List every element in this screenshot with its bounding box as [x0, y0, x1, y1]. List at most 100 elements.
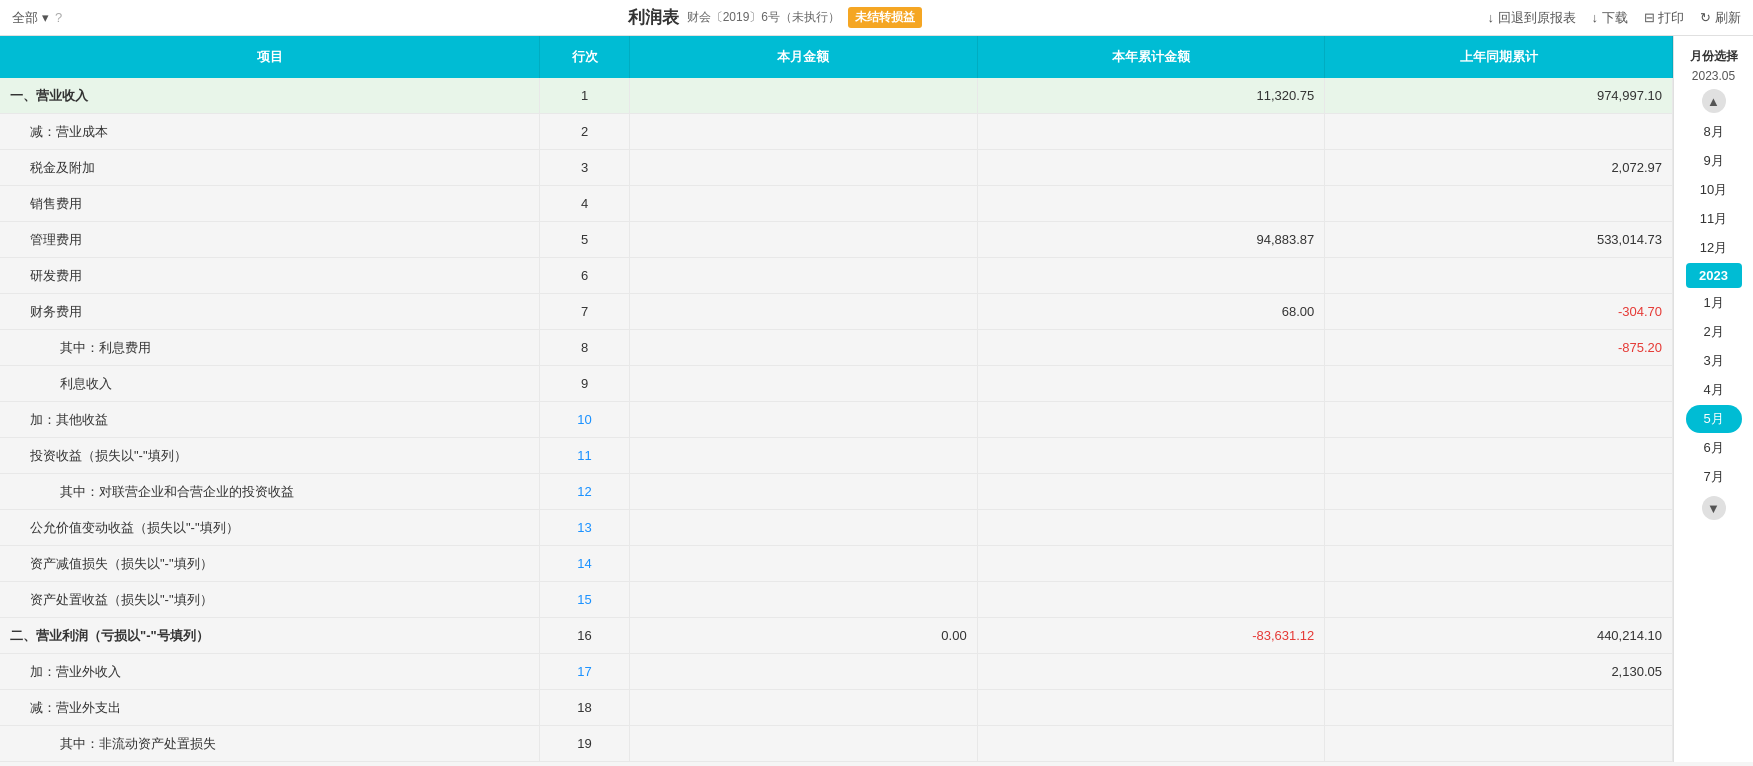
cell-row-number[interactable]: 11: [540, 438, 630, 473]
cell-row-number: 4: [540, 186, 630, 221]
cell-item: 减：营业外支出: [0, 690, 540, 725]
cell-ytd-amount: [978, 258, 1326, 293]
cell-ytd-amount: [978, 150, 1326, 185]
cell-item: 加：营业外收入: [0, 654, 540, 689]
sidebar-month-item[interactable]: 3月: [1686, 347, 1742, 375]
cell-month-amount: [630, 438, 978, 473]
cell-ytd-amount: [978, 474, 1326, 509]
cell-prev-year-amount: [1325, 510, 1673, 545]
cell-prev-year-amount: [1325, 690, 1673, 725]
cell-prev-year-amount: [1325, 546, 1673, 581]
cell-prev-year-amount: [1325, 474, 1673, 509]
table-area[interactable]: 项目 行次 本月金额 本年累计金额 上年同期累计 一、营业收入111,320.7…: [0, 36, 1673, 762]
cell-prev-year-amount: -875.20: [1325, 330, 1673, 365]
cell-row-number[interactable]: 14: [540, 546, 630, 581]
cell-item: 公允价值变动收益（损失以"-"填列）: [0, 510, 540, 545]
table-row: 管理费用594,883.87533,014.73: [0, 222, 1673, 258]
cell-month-amount: [630, 150, 978, 185]
table-row: 减：营业成本2: [0, 114, 1673, 150]
cell-prev-year-amount: [1325, 258, 1673, 293]
page-title: 利润表: [628, 6, 679, 29]
cell-prev-year-amount: [1325, 402, 1673, 437]
cell-row-number: 6: [540, 258, 630, 293]
sidebar-month-item[interactable]: 8月: [1686, 118, 1742, 146]
table-row: 二、营业利润（亏损以"-"号填列）160.00-83,631.12440,214…: [0, 618, 1673, 654]
cell-row-number[interactable]: 12: [540, 474, 630, 509]
cell-month-amount: [630, 582, 978, 617]
cell-item: 资产处置收益（损失以"-"填列）: [0, 582, 540, 617]
cell-ytd-amount: [978, 690, 1326, 725]
table-row: 资产处置收益（损失以"-"填列）15: [0, 582, 1673, 618]
cell-row-number[interactable]: 15: [540, 582, 630, 617]
cell-row-number[interactable]: 17: [540, 654, 630, 689]
cell-row-number: 18: [540, 690, 630, 725]
cell-ytd-amount: [978, 438, 1326, 473]
sidebar-month-item[interactable]: 6月: [1686, 434, 1742, 462]
cell-month-amount: [630, 78, 978, 113]
col-header-row: 行次: [540, 36, 630, 78]
table-row: 加：其他收益10: [0, 402, 1673, 438]
table-row: 投资收益（损失以"-"填列）11: [0, 438, 1673, 474]
cell-ytd-amount: 94,883.87: [978, 222, 1326, 257]
cell-prev-year-amount: [1325, 186, 1673, 221]
sidebar-month-item[interactable]: 9月: [1686, 147, 1742, 175]
sidebar-month-item[interactable]: 4月: [1686, 376, 1742, 404]
cell-item: 其中：非流动资产处置损失: [0, 726, 540, 761]
table-row: 减：营业外支出18: [0, 690, 1673, 726]
dropdown-arrow-icon: ▾: [42, 10, 49, 25]
cell-prev-year-amount: [1325, 726, 1673, 761]
cell-row-number: 2: [540, 114, 630, 149]
sidebar-month-item[interactable]: 12月: [1686, 234, 1742, 262]
cell-month-amount: [630, 330, 978, 365]
col-header-month: 本月金额: [630, 36, 978, 78]
top-bar-left: 全部 ▾ ?: [12, 9, 62, 27]
cell-ytd-amount: [978, 582, 1326, 617]
cell-row-number: 1: [540, 78, 630, 113]
cell-ytd-amount: [978, 402, 1326, 437]
cell-row-number[interactable]: 10: [540, 402, 630, 437]
cell-ytd-amount: 68.00: [978, 294, 1326, 329]
cell-prev-year-amount: [1325, 438, 1673, 473]
sidebar-nav-down-button[interactable]: ▼: [1702, 496, 1726, 520]
print-button[interactable]: ⊟ 打印: [1644, 9, 1685, 27]
cell-month-amount: [630, 474, 978, 509]
cell-month-amount: [630, 258, 978, 293]
cell-prev-year-amount: 440,214.10: [1325, 618, 1673, 653]
cell-item: 销售费用: [0, 186, 540, 221]
cell-month-amount: [630, 690, 978, 725]
refresh-button[interactable]: ↻ 刷新: [1700, 9, 1741, 27]
table-row: 资产减值损失（损失以"-"填列）14: [0, 546, 1673, 582]
cell-ytd-amount: [978, 654, 1326, 689]
cell-prev-year-amount: 533,014.73: [1325, 222, 1673, 257]
sidebar-month-item[interactable]: 11月: [1686, 205, 1742, 233]
table-row: 利息收入9: [0, 366, 1673, 402]
cell-prev-year-amount: [1325, 582, 1673, 617]
cell-item: 财务费用: [0, 294, 540, 329]
cell-prev-year-amount: 2,130.05: [1325, 654, 1673, 689]
sidebar-nav-up-button[interactable]: ▲: [1702, 89, 1726, 113]
cell-ytd-amount: -83,631.12: [978, 618, 1326, 653]
cell-row-number[interactable]: 13: [540, 510, 630, 545]
sidebar-month-item[interactable]: 10月: [1686, 176, 1742, 204]
table-row: 其中：利息费用8-875.20: [0, 330, 1673, 366]
cell-prev-year-amount: 974,997.10: [1325, 78, 1673, 113]
sidebar-month-item[interactable]: 7月: [1686, 463, 1742, 491]
table-row: 公允价值变动收益（损失以"-"填列）13: [0, 510, 1673, 546]
sidebar-month-item[interactable]: 2月: [1686, 318, 1742, 346]
sidebar-month-item[interactable]: 2023: [1686, 263, 1742, 288]
download-button[interactable]: ↓ 下载: [1592, 9, 1628, 27]
cell-item: 加：其他收益: [0, 402, 540, 437]
cell-item: 二、营业利润（亏损以"-"号填列）: [0, 618, 540, 653]
cell-item: 税金及附加: [0, 150, 540, 185]
sidebar-month-item[interactable]: 1月: [1686, 289, 1742, 317]
sidebar-month-item[interactable]: 5月: [1686, 405, 1742, 433]
table-row: 一、营业收入111,320.75974,997.10: [0, 78, 1673, 114]
cell-row-number: 16: [540, 618, 630, 653]
cell-item: 资产减值损失（损失以"-"填列）: [0, 546, 540, 581]
category-dropdown[interactable]: 全部 ▾: [12, 9, 49, 27]
cell-month-amount: [630, 510, 978, 545]
back-button[interactable]: ↓ 回退到原报表: [1487, 9, 1575, 27]
table-row: 研发费用6: [0, 258, 1673, 294]
col-header-prev: 上年同期累计: [1325, 36, 1673, 78]
cell-month-amount: [630, 186, 978, 221]
